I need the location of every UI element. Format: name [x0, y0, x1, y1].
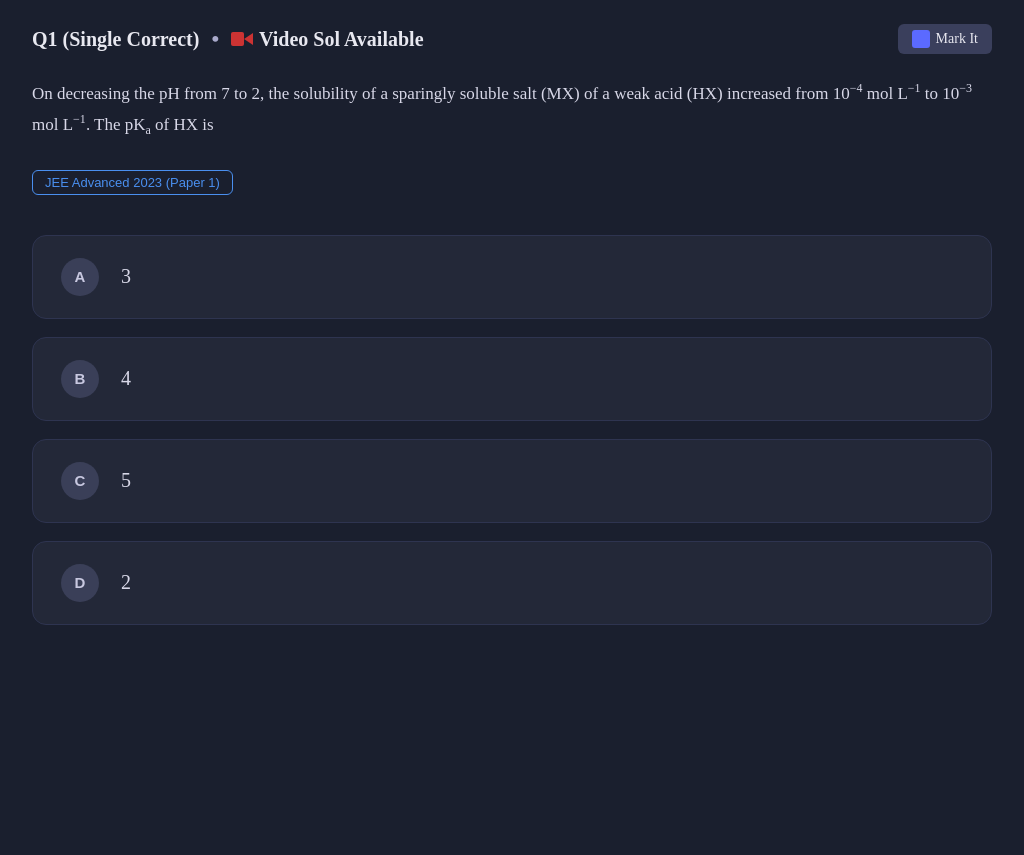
options-container: A 3 B 4 C 5 D 2 — [32, 235, 992, 625]
tag-badge-label: JEE Advanced 2023 (Paper 1) — [32, 170, 233, 195]
option-b[interactable]: B 4 — [32, 337, 992, 421]
option-a-value: 3 — [121, 265, 131, 288]
svg-marker-1 — [244, 33, 253, 45]
dot-separator: • — [211, 26, 219, 52]
header-left: Q1 (Single Correct) • Video Sol Availabl… — [32, 26, 424, 52]
svg-rect-0 — [231, 32, 244, 46]
bookmark-icon — [912, 30, 930, 48]
option-b-value: 4 — [121, 367, 131, 390]
mark-it-button[interactable]: Mark It — [898, 24, 992, 54]
question-header: Q1 (Single Correct) • Video Sol Availabl… — [32, 24, 992, 54]
option-c[interactable]: C 5 — [32, 439, 992, 523]
option-d-label: D — [61, 564, 99, 602]
video-sol-text: Video Sol Available — [259, 28, 423, 51]
option-c-value: 5 — [121, 469, 131, 492]
option-c-label: C — [61, 462, 99, 500]
video-icon — [231, 31, 253, 47]
option-a[interactable]: A 3 — [32, 235, 992, 319]
question-tag: JEE Advanced 2023 (Paper 1) — [32, 162, 992, 195]
question-type-label: Q1 (Single Correct) — [32, 28, 199, 51]
option-b-label: B — [61, 360, 99, 398]
option-d[interactable]: D 2 — [32, 541, 992, 625]
question-body: On decreasing the pH from 7 to 2, the so… — [32, 78, 992, 142]
option-a-label: A — [61, 258, 99, 296]
mark-it-label: Mark It — [936, 31, 978, 47]
option-d-value: 2 — [121, 571, 131, 594]
video-sol-label: Video Sol Available — [231, 28, 423, 51]
